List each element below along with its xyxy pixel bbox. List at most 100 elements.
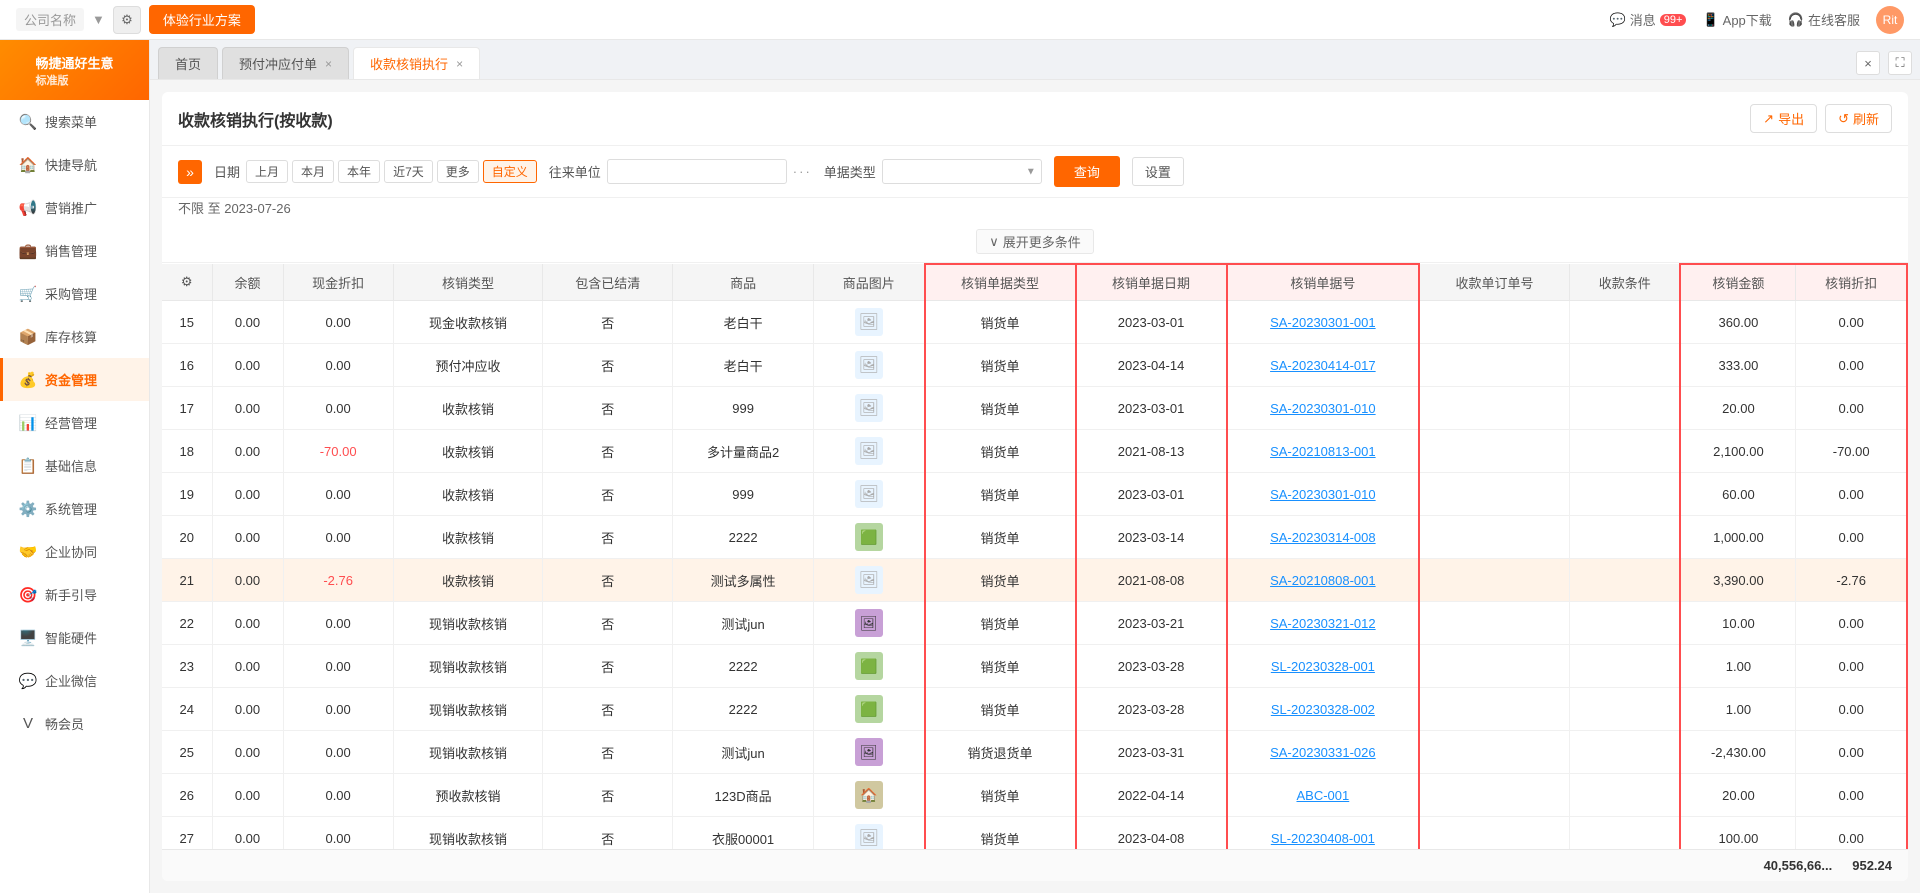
voucher-type-label: 单据类型 <box>824 162 876 181</box>
sidebar-item-purchase-label: 采购管理 <box>45 284 97 303</box>
verify-no-link[interactable]: SA-20230314-008 <box>1270 530 1376 545</box>
sidebar-item-member[interactable]: V 畅会员 <box>0 702 149 745</box>
cell-verify-date: 2023-04-14 <box>1076 344 1227 387</box>
cell-include-settled: 否 <box>543 774 673 817</box>
app-download-button[interactable]: 📱 App下载 <box>1702 10 1771 29</box>
cell-num: 24 <box>162 688 212 731</box>
settings-gear-button[interactable]: ⚙ <box>113 6 141 34</box>
wechat-icon: 💬 <box>19 672 37 690</box>
sidebar-item-guide[interactable]: 🎯 新手引导 <box>0 573 149 616</box>
col-header-verify-type: 核销类型 <box>393 264 543 301</box>
cell-verify-voucher-type: 销货单 <box>925 344 1076 387</box>
cell-verify-date: 2023-03-01 <box>1076 387 1227 430</box>
verify-no-link[interactable]: SA-20230301-010 <box>1270 401 1376 416</box>
cell-verify-amount: 60.00 <box>1680 473 1795 516</box>
cell-goods: 测试jun <box>673 602 814 645</box>
cell-verify-no: ABC-001 <box>1227 774 1420 817</box>
tab-expand-button[interactable]: ⛶ <box>1888 51 1912 75</box>
cell-cash-discount: 0.00 <box>283 344 393 387</box>
sidebar-item-hardware[interactable]: 🖥️ 智能硬件 <box>0 616 149 659</box>
cell-verify-amount: 20.00 <box>1680 387 1795 430</box>
table-container[interactable]: ⚙ 余额 现金折扣 核销类型 包含已结清 商品 商品图片 核销单据类型 核销单据… <box>162 263 1908 849</box>
cell-verify-voucher-type: 销货单 <box>925 301 1076 344</box>
sidebar-item-basic[interactable]: 📋 基础信息 <box>0 444 149 487</box>
date-btn-custom[interactable]: 自定义 <box>483 160 537 183</box>
cell-verify-type: 现销收款核销 <box>393 731 543 774</box>
sidebar-item-marketing[interactable]: 📢 营销推广 <box>0 186 149 229</box>
table-row: 18 0.00 -70.00 收款核销 否 多计量商品2 🖼 销货单 2021-… <box>162 430 1907 473</box>
cell-balance: 0.00 <box>212 516 283 559</box>
tab-collection-close-icon[interactable]: × <box>456 57 463 71</box>
tab-home[interactable]: 首页 <box>158 47 218 79</box>
sidebar-item-capital[interactable]: 💰 资金管理 <box>0 358 149 401</box>
cell-collection-order-no <box>1419 430 1569 473</box>
clipboard-icon: 📋 <box>19 457 37 475</box>
verify-no-link[interactable]: SL-20230328-001 <box>1271 659 1375 674</box>
cell-verify-discount: 0.00 <box>1796 344 1907 387</box>
sidebar-item-operation[interactable]: 📊 经营管理 <box>0 401 149 444</box>
sidebar-item-wechat[interactable]: 💬 企业微信 <box>0 659 149 702</box>
voucher-type-select[interactable] <box>882 159 1042 184</box>
sidebar-item-purchase[interactable]: 🛒 采购管理 <box>0 272 149 315</box>
verify-no-link[interactable]: SL-20230408-001 <box>1271 831 1375 846</box>
verify-no-link[interactable]: SA-20230321-012 <box>1270 616 1376 631</box>
cell-include-settled: 否 <box>543 559 673 602</box>
tab-collection[interactable]: 收款核销执行 × <box>353 47 480 79</box>
cell-verify-voucher-type: 销货单 <box>925 559 1076 602</box>
verify-no-link[interactable]: SL-20230328-002 <box>1271 702 1375 717</box>
main-content: 收款核销执行(按收款) ↗ 导出 ↺ 刷新 » 日期 上月 本月 本 <box>150 80 1920 893</box>
verify-no-link[interactable]: SA-20210808-001 <box>1270 573 1376 588</box>
sidebar-item-sales[interactable]: 💼 销售管理 <box>0 229 149 272</box>
sidebar-item-enterprise[interactable]: 🤝 企业协同 <box>0 530 149 573</box>
cell-verify-voucher-type: 销货单 <box>925 645 1076 688</box>
sidebar-item-inventory[interactable]: 📦 库存核算 <box>0 315 149 358</box>
online-service-button[interactable]: 🎧 在线客服 <box>1788 10 1860 29</box>
counterpart-filter-group: 往来单位 ··· <box>549 159 812 184</box>
cell-include-settled: 否 <box>543 602 673 645</box>
more-filter-row: ∨ 展开更多条件 <box>162 225 1908 263</box>
trial-button[interactable]: 体验行业方案 <box>149 5 255 34</box>
counterpart-input[interactable] <box>607 159 787 184</box>
cell-verify-date: 2023-03-28 <box>1076 645 1227 688</box>
sidebar-item-member-label: 畅会员 <box>45 714 84 733</box>
cell-verify-date: 2023-04-08 <box>1076 817 1227 850</box>
verify-no-link[interactable]: SA-20230301-001 <box>1270 315 1376 330</box>
verify-no-link[interactable]: SA-20230414-017 <box>1270 358 1376 373</box>
cell-cash-discount: 0.00 <box>283 602 393 645</box>
user-avatar[interactable]: Rit <box>1876 6 1904 34</box>
cell-collection-condition <box>1569 559 1680 602</box>
refresh-button[interactable]: ↺ 刷新 <box>1825 104 1892 133</box>
verify-no-link[interactable]: SA-20230331-026 <box>1270 745 1376 760</box>
date-btn-more[interactable]: 更多 <box>437 160 479 183</box>
cell-collection-condition <box>1569 602 1680 645</box>
date-btn-last-month[interactable]: 上月 <box>246 160 288 183</box>
expand-more-label: 展开更多条件 <box>1003 232 1081 251</box>
tab-prepay-close-icon[interactable]: × <box>325 57 332 71</box>
cell-collection-order-no <box>1419 688 1569 731</box>
sidebar-item-search[interactable]: 🔍 搜索菜单 <box>0 100 149 143</box>
message-button[interactable]: 💬 消息 99+ <box>1610 10 1687 29</box>
query-button[interactable]: 查询 <box>1054 156 1120 187</box>
cell-cash-discount: 0.00 <box>283 473 393 516</box>
cell-collection-order-no <box>1419 344 1569 387</box>
sidebar-item-quick-nav[interactable]: 🏠 快捷导航 <box>0 143 149 186</box>
date-btn-this-month[interactable]: 本月 <box>292 160 334 183</box>
export-button[interactable]: ↗ 导出 <box>1750 104 1817 133</box>
verify-no-link[interactable]: ABC-001 <box>1296 788 1349 803</box>
verify-no-link[interactable]: SA-20210813-001 <box>1270 444 1376 459</box>
message-badge: 99+ <box>1660 14 1687 26</box>
col-header-gear[interactable]: ⚙ <box>162 264 212 301</box>
sidebar-item-system[interactable]: ⚙️ 系统管理 <box>0 487 149 530</box>
tab-close-all-button[interactable]: × <box>1856 51 1880 75</box>
expand-more-button[interactable]: ∨ 展开更多条件 <box>976 229 1094 254</box>
expand-filter-button[interactable]: » <box>178 160 202 184</box>
filter-settings-button[interactable]: 设置 <box>1132 157 1184 186</box>
verify-no-link[interactable]: SA-20230301-010 <box>1270 487 1376 502</box>
cell-num: 26 <box>162 774 212 817</box>
col-header-collection-condition: 收款条件 <box>1569 264 1680 301</box>
date-btn-this-year[interactable]: 本年 <box>338 160 380 183</box>
cell-include-settled: 否 <box>543 301 673 344</box>
tab-prepay[interactable]: 预付冲应付单 × <box>222 47 349 79</box>
date-btn-7days[interactable]: 近7天 <box>384 160 433 183</box>
cell-goods-image: 🖼 <box>813 602 924 645</box>
